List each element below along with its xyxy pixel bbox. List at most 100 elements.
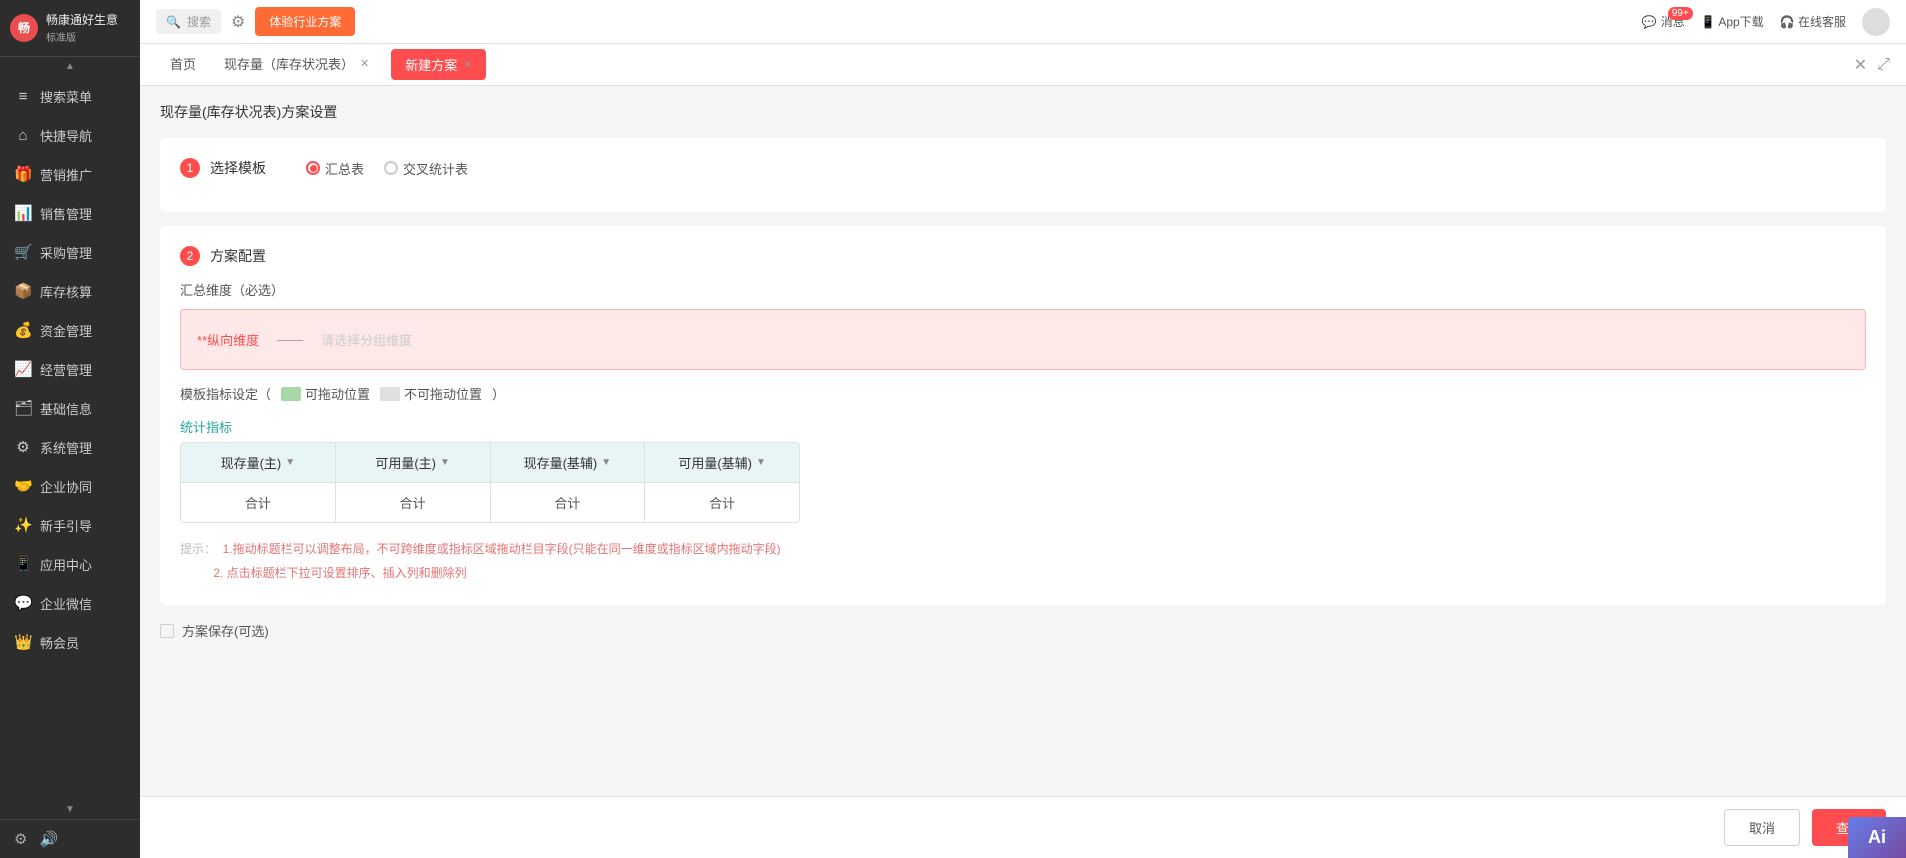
tip1: 提示： 1.拖动标题栏可以调整布局，不可跨维度或指标区域拖动栏目字段(只能在同一… xyxy=(180,537,1866,561)
gift-icon: 🎁 xyxy=(14,165,32,183)
search-box[interactable]: 🔍 搜索 xyxy=(156,9,221,34)
settings-icon[interactable]: ⚙ xyxy=(14,830,27,848)
sidebar-item-guide[interactable]: ✨ 新手引导 xyxy=(0,506,140,545)
tip2: 2. 点击标题栏下拉可设置排序、插入列和删除列 xyxy=(180,561,1866,585)
col-available-aux-chevron: ▼ xyxy=(756,457,766,468)
step2-title: 方案配置 xyxy=(210,246,266,266)
step1-header: 1 选择模板 汇总表 交叉统计表 xyxy=(180,158,1866,178)
chat-icon: 💬 xyxy=(14,594,32,612)
radio-summary-circle xyxy=(306,161,320,175)
radio-summary[interactable]: 汇总表 xyxy=(306,159,364,178)
money-icon: 💰 xyxy=(14,321,32,339)
sidebar-scroll-up[interactable]: ▲ xyxy=(0,57,140,77)
close-panel-icon[interactable]: ✕ xyxy=(1854,55,1867,75)
app-edition: 标准版 xyxy=(46,29,118,44)
online-support[interactable]: 🎧 在线客服 xyxy=(1780,13,1846,30)
col-available-main[interactable]: 可用量(主) ▼ xyxy=(336,443,491,482)
tips-section: 提示： 1.拖动标题栏可以调整布局，不可跨维度或指标区域拖动栏目字段(只能在同一… xyxy=(180,537,1866,585)
radio-cross[interactable]: 交叉统计表 xyxy=(384,159,468,178)
cell-current-main: 合计 xyxy=(181,483,336,522)
speaker-icon[interactable]: 🔊 xyxy=(39,830,58,848)
download-icon: 📱 xyxy=(1701,15,1716,29)
step1-card: 1 选择模板 汇总表 交叉统计表 xyxy=(160,138,1886,212)
no-drag-box xyxy=(380,387,400,401)
tab-inventory[interactable]: 现存量（库存状况表） ✕ xyxy=(210,44,383,85)
cancel-button[interactable]: 取消 xyxy=(1724,809,1800,846)
app-name: 畅康通好生意 xyxy=(46,12,118,29)
drag-box xyxy=(281,387,301,401)
message-icon: 💬 xyxy=(1642,15,1657,29)
tab-new-close[interactable]: ✕ xyxy=(463,58,472,71)
folder-icon: 🗂 xyxy=(14,399,32,417)
sidebar-item-management[interactable]: 📈 经营管理 xyxy=(0,350,140,389)
sidebar-item-search[interactable]: ≡ 搜索菜单 xyxy=(0,77,140,116)
content-area: 现存量(库存状况表)方案设置 1 选择模板 汇总表 交叉统计表 xyxy=(140,86,1906,796)
sidebar-item-purchase[interactable]: 🛒 采购管理 xyxy=(0,233,140,272)
sparkle-icon: ✨ xyxy=(14,516,32,534)
headset-icon: 🎧 xyxy=(1780,15,1795,29)
save-label: 方案保存(可选) xyxy=(182,621,269,640)
expand-icon[interactable]: ⤢ xyxy=(1877,56,1890,74)
gear-icon: ⚙ xyxy=(14,438,32,456)
cell-available-main: 合计 xyxy=(336,483,491,522)
dimension-dash: —— xyxy=(277,332,303,347)
sidebar-item-wechat[interactable]: 💬 企业微信 xyxy=(0,584,140,623)
tab-new-scheme[interactable]: 新建方案 ✕ xyxy=(391,49,486,80)
step1-badge: 1 xyxy=(180,158,200,178)
col-current-aux-chevron: ▼ xyxy=(601,457,611,468)
cell-available-aux: 合计 xyxy=(645,483,799,522)
step1-title: 选择模板 xyxy=(210,158,266,178)
step2-badge: 2 xyxy=(180,246,200,266)
sidebar-item-basic-info[interactable]: 🗂 基础信息 xyxy=(0,389,140,428)
radio-summary-inner xyxy=(310,165,317,172)
message-badge[interactable]: 💬 消息 99+ xyxy=(1642,13,1685,30)
trial-btn[interactable]: 体验行业方案 xyxy=(255,7,355,36)
message-count: 99+ xyxy=(1668,7,1693,20)
chart-icon: 📊 xyxy=(14,204,32,222)
topbar: 🔍 搜索 ⚙ 体验行业方案 💬 消息 99+ 📱 App下载 🎧 在线客服 xyxy=(140,0,1906,44)
col-available-aux[interactable]: 可用量(基辅) ▼ xyxy=(645,443,799,482)
cell-current-aux: 合计 xyxy=(491,483,646,522)
sidebar-item-inventory[interactable]: 📦 库存核算 xyxy=(0,272,140,311)
sidebar-item-quicknav[interactable]: ⌂ 快捷导航 xyxy=(0,116,140,155)
col-current-aux[interactable]: 现存量(基辅) ▼ xyxy=(491,443,646,482)
crown-icon: 👑 xyxy=(14,633,32,651)
topbar-gear-icon[interactable]: ⚙ xyxy=(231,12,245,32)
tab-inventory-close[interactable]: ✕ xyxy=(360,57,369,70)
cart-icon: 🛒 xyxy=(14,243,32,261)
stats-table: 现存量(主) ▼ 可用量(主) ▼ 现存量(基辅) ▼ 可用量(基辅) ▼ xyxy=(180,442,800,523)
sidebar-item-appstore[interactable]: 📱 应用中心 xyxy=(0,545,140,584)
home-icon: ⌂ xyxy=(14,127,32,144)
topbar-left: 🔍 搜索 ⚙ 体验行业方案 xyxy=(156,7,355,36)
stats-label: 统计指标 xyxy=(180,417,1866,436)
footer-bar: 取消 查询 xyxy=(140,796,1906,858)
app-download[interactable]: 📱 App下载 xyxy=(1701,13,1764,30)
trending-icon: 📈 xyxy=(14,360,32,378)
step2-header: 2 方案配置 xyxy=(180,246,1866,266)
sidebar-item-member[interactable]: 👑 畅会员 xyxy=(0,623,140,662)
sidebar-item-finance[interactable]: 💰 资金管理 xyxy=(0,311,140,350)
dimension-box[interactable]: **纵向维度 —— 请选择分组维度 xyxy=(180,309,1866,370)
topbar-right: 💬 消息 99+ 📱 App下载 🎧 在线客服 xyxy=(1642,8,1890,36)
col-current-main[interactable]: 现存量(主) ▼ xyxy=(181,443,336,482)
sidebar-item-sales[interactable]: 📊 销售管理 xyxy=(0,194,140,233)
sidebar-bottom: ⚙ 🔊 xyxy=(0,819,140,858)
template-radio-group: 汇总表 交叉统计表 xyxy=(306,159,468,178)
user-avatar[interactable] xyxy=(1862,8,1890,36)
tab-actions: ✕ ⤢ xyxy=(1854,55,1890,75)
save-checkbox[interactable] xyxy=(160,624,174,638)
box-icon: 📦 xyxy=(14,282,32,300)
sidebar-scroll-down[interactable]: ▼ xyxy=(0,799,140,819)
save-row: 方案保存(可选) xyxy=(160,621,1886,640)
sidebar-item-collab[interactable]: 🤝 企业协同 xyxy=(0,467,140,506)
dimension-placeholder: 请选择分组维度 xyxy=(321,330,412,349)
sidebar-nav: ≡ 搜索菜单 ⌂ 快捷导航 🎁 营销推广 📊 销售管理 🛒 采购管理 📦 库存核… xyxy=(0,77,140,799)
tab-home[interactable]: 首页 xyxy=(156,44,210,85)
ai-badge[interactable]: Ai xyxy=(1848,817,1906,858)
template-config-row: 模板指标设定（ 可拖动位置 不可拖动位置 ） xyxy=(180,384,1866,403)
search-menu-icon: ≡ xyxy=(14,88,32,105)
sidebar-item-system[interactable]: ⚙ 系统管理 xyxy=(0,428,140,467)
sidebar-item-marketing[interactable]: 🎁 营销推广 xyxy=(0,155,140,194)
page-title: 现存量(库存状况表)方案设置 xyxy=(160,102,1886,122)
tabs-bar: 首页 现存量（库存状况表） ✕ 新建方案 ✕ ✕ ⤢ xyxy=(140,44,1906,86)
